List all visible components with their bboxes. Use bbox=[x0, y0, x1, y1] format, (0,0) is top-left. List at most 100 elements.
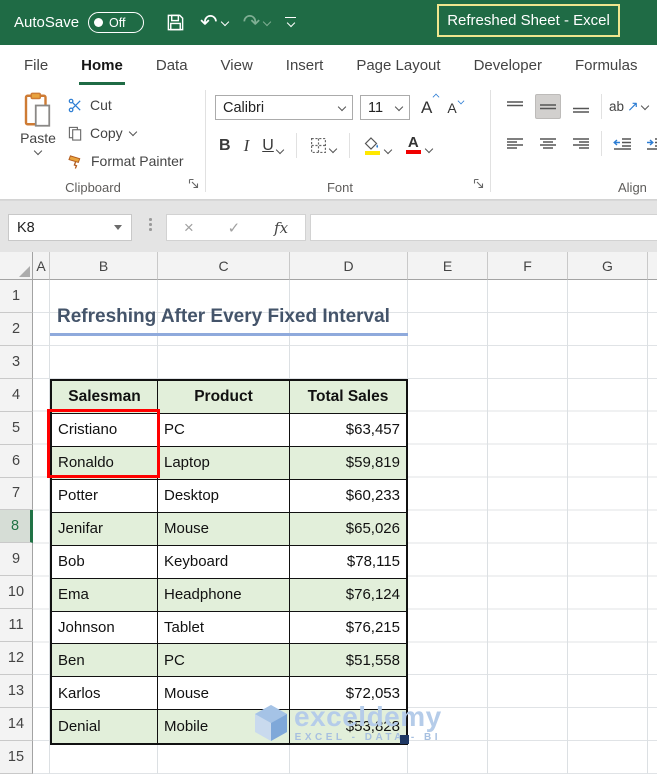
cell-sales[interactable]: $78,115 bbox=[290, 546, 406, 579]
cell-salesman[interactable]: Ema bbox=[52, 579, 158, 612]
borders-button[interactable] bbox=[310, 137, 336, 154]
row-header-12[interactable]: 12 bbox=[0, 642, 33, 675]
paste-button[interactable]: Paste bbox=[12, 92, 64, 156]
cell-product[interactable]: PC bbox=[158, 644, 290, 677]
cell-sales[interactable]: $76,124 bbox=[290, 579, 406, 612]
row-header-3[interactable]: 3 bbox=[0, 346, 33, 379]
cell-product[interactable]: Desktop bbox=[158, 480, 290, 513]
bold-button[interactable]: B bbox=[219, 137, 231, 155]
top-align-button[interactable] bbox=[502, 94, 528, 119]
bottom-align-button[interactable] bbox=[568, 94, 594, 119]
tab-page-layout[interactable]: Page Layout bbox=[354, 46, 442, 85]
cell-sales[interactable]: $63,457 bbox=[290, 414, 406, 447]
italic-button[interactable]: I bbox=[244, 136, 250, 156]
row-header-10[interactable]: 10 bbox=[0, 576, 33, 609]
orientation-button[interactable]: ab ↗ bbox=[609, 98, 648, 115]
row-header-15[interactable]: 15 bbox=[0, 741, 33, 774]
cell-product[interactable]: Mouse bbox=[158, 513, 290, 546]
cell-salesman[interactable]: Potter bbox=[52, 480, 158, 513]
header-product[interactable]: Product bbox=[158, 381, 290, 414]
row-header-6[interactable]: 6 bbox=[0, 445, 33, 478]
row-header-1[interactable]: 1 bbox=[0, 280, 33, 313]
cell-salesman[interactable]: Karlos bbox=[52, 677, 158, 710]
column-header-d[interactable]: D bbox=[290, 252, 408, 280]
shrink-font-button[interactable]: A bbox=[443, 100, 460, 116]
align-left-button[interactable] bbox=[502, 131, 528, 156]
dropdown-arrow-icon[interactable] bbox=[114, 225, 122, 230]
chevron-down-icon[interactable] bbox=[425, 145, 433, 153]
cell-salesman[interactable]: Bob bbox=[52, 546, 158, 579]
chevron-down-icon[interactable] bbox=[384, 145, 392, 153]
save-button[interactable] bbox=[166, 13, 185, 32]
underline-button[interactable]: U bbox=[262, 137, 283, 155]
chevron-down-icon[interactable] bbox=[641, 101, 649, 109]
align-right-button[interactable] bbox=[568, 131, 594, 156]
column-header-f[interactable]: F bbox=[488, 252, 568, 280]
format-painter-button[interactable]: Format Painter bbox=[68, 147, 184, 175]
insert-function-button[interactable]: fx bbox=[274, 219, 288, 237]
cell-sales[interactable]: $59,819 bbox=[290, 447, 406, 480]
grow-font-button[interactable]: A bbox=[417, 98, 436, 118]
undo-button[interactable]: ↶ bbox=[200, 13, 228, 33]
align-center-button[interactable] bbox=[535, 131, 561, 156]
cell-salesman[interactable]: Johnson bbox=[52, 612, 158, 645]
row-header-13[interactable]: 13 bbox=[0, 675, 33, 708]
font-name-select[interactable]: Calibri bbox=[215, 95, 353, 120]
formula-input[interactable] bbox=[310, 214, 657, 241]
cancel-button[interactable]: × bbox=[184, 218, 194, 238]
clipboard-dialog-launcher[interactable] bbox=[188, 176, 199, 194]
cut-button[interactable]: Cut bbox=[68, 91, 184, 119]
cell-product[interactable]: Headphone bbox=[158, 579, 290, 612]
column-header-e[interactable]: E bbox=[408, 252, 488, 280]
row-header-4[interactable]: 4 bbox=[0, 379, 33, 412]
cell-salesman[interactable]: Jenifar bbox=[52, 513, 158, 546]
cell-product[interactable]: Keyboard bbox=[158, 546, 290, 579]
select-all-corner[interactable] bbox=[0, 252, 33, 280]
autosave-switch[interactable]: Off bbox=[88, 12, 144, 33]
customize-qat-button[interactable] bbox=[285, 17, 296, 29]
tab-file[interactable]: File bbox=[22, 46, 50, 85]
column-header-a[interactable]: A bbox=[33, 252, 50, 280]
cells-area[interactable]: Refreshing After Every Fixed Interval Sa… bbox=[33, 280, 657, 774]
row-header-7[interactable]: 7 bbox=[0, 478, 33, 511]
row-header-9[interactable]: 9 bbox=[0, 543, 33, 576]
chevron-down-icon[interactable] bbox=[220, 17, 228, 25]
chevron-down-icon[interactable] bbox=[128, 128, 136, 136]
tab-developer[interactable]: Developer bbox=[472, 46, 544, 85]
row-header-5[interactable]: 5 bbox=[0, 412, 33, 445]
row-header-8-active[interactable]: 8 bbox=[0, 510, 33, 543]
enter-button[interactable]: ✓ bbox=[228, 219, 241, 237]
header-total-sales[interactable]: Total Sales bbox=[290, 381, 406, 414]
tab-home[interactable]: Home bbox=[79, 46, 125, 85]
copy-button[interactable]: Copy bbox=[68, 119, 184, 147]
row-header-14[interactable]: 14 bbox=[0, 708, 33, 741]
tab-view[interactable]: View bbox=[219, 46, 255, 85]
cell-sales[interactable]: $51,558 bbox=[290, 644, 406, 677]
row-header-2[interactable]: 2 bbox=[0, 313, 33, 346]
fill-color-button[interactable] bbox=[363, 137, 391, 155]
tab-insert[interactable]: Insert bbox=[284, 46, 326, 85]
column-header-b[interactable]: B bbox=[50, 252, 158, 280]
font-size-select[interactable]: 11 bbox=[360, 95, 410, 120]
column-header-c[interactable]: C bbox=[158, 252, 290, 280]
redo-button[interactable]: ↷ bbox=[243, 13, 271, 33]
cell-product[interactable]: PC bbox=[158, 414, 290, 447]
tab-data[interactable]: Data bbox=[154, 46, 190, 85]
cell-product[interactable]: Tablet bbox=[158, 612, 290, 645]
column-header-g[interactable]: G bbox=[568, 252, 648, 280]
chevron-down-icon[interactable] bbox=[34, 147, 42, 155]
middle-align-button[interactable] bbox=[535, 94, 561, 119]
chevron-down-icon[interactable] bbox=[276, 145, 284, 153]
cell-product[interactable]: Laptop bbox=[158, 447, 290, 480]
increase-indent-button[interactable] bbox=[642, 131, 657, 156]
fill-handle[interactable] bbox=[400, 735, 409, 744]
cell-sales[interactable]: $60,233 bbox=[290, 480, 406, 513]
cell-sales[interactable]: $76,215 bbox=[290, 612, 406, 645]
autosave-toggle[interactable]: AutoSave Off bbox=[14, 12, 144, 33]
font-dialog-launcher[interactable] bbox=[473, 176, 484, 194]
tab-formulas[interactable]: Formulas bbox=[573, 46, 640, 85]
name-box[interactable]: K8 bbox=[8, 214, 132, 241]
cell-salesman[interactable]: Denial bbox=[52, 710, 158, 743]
cell-salesman[interactable]: Ben bbox=[52, 644, 158, 677]
row-header-11[interactable]: 11 bbox=[0, 609, 33, 642]
